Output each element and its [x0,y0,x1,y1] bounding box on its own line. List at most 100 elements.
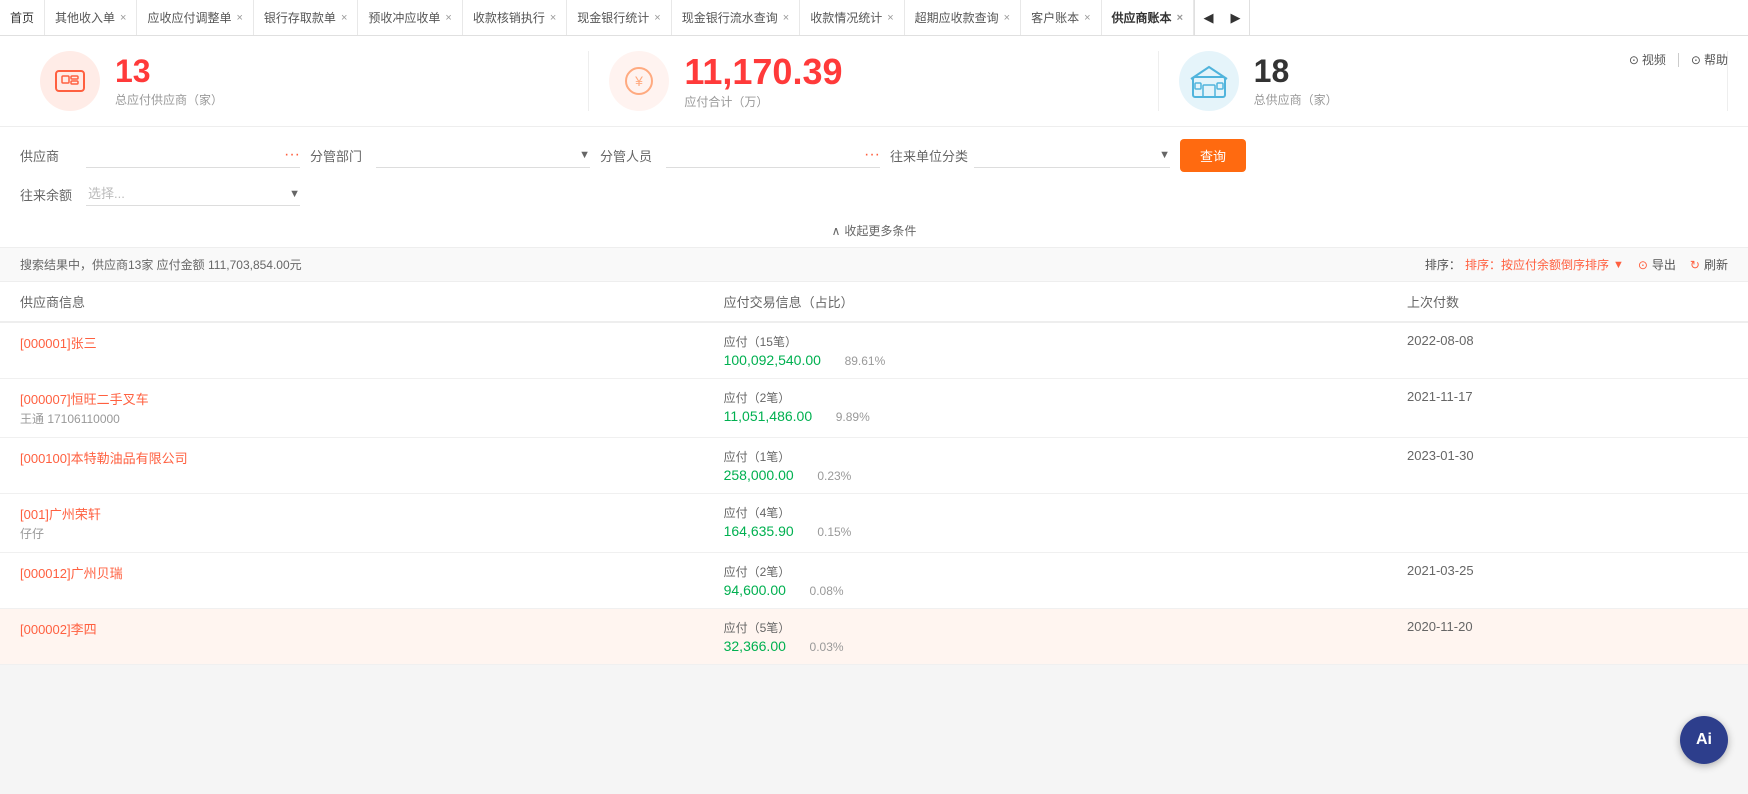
tab-adjust[interactable]: 应收应付调整单 × [137,0,253,36]
summary-bar: 13 总应付供应商（家） ¥ 11,170.39 应付合计（万） 1 [0,36,1748,127]
supplier-icon [40,51,100,111]
last-pay-date-3: 2023-01-30 [1407,448,1474,463]
person-dots-btn[interactable]: ··· [864,146,880,164]
tab-home-label: 首页 [10,9,34,26]
nav-next-arrow[interactable]: ▶ [1222,0,1250,36]
ap-amount-1[interactable]: 100,092,540.00 [724,352,821,368]
balance-chevron-icon[interactable]: ▼ [289,188,300,200]
filter-area: 供应商 ··· 分管部门 ▼ 分管人员 ··· 往来单位分类 ▼ [0,127,1748,248]
summary-card-payable-suppliers: 13 总应付供应商（家） [20,51,589,111]
refresh-button[interactable]: ↻ 刷新 [1690,256,1728,273]
close-customer-ledger[interactable]: × [1084,12,1090,24]
ap-amount-3[interactable]: 258,000.00 [724,467,794,483]
filter-person: 分管人员 ··· [600,144,880,168]
supplier-filter-label: 供应商 [20,146,80,165]
ai-assistant-button[interactable]: Ai [1680,716,1728,764]
table-row: [000012]广州贝瑞 应付（2笔） 94,600.00 0.08% 2021… [0,553,1748,609]
close-cash-flow[interactable]: × [783,12,789,24]
summary-text-suppliers: 13 总应付供应商（家） [115,54,223,108]
category-filter-label: 往来单位分类 [890,146,968,165]
close-verify[interactable]: × [550,12,556,24]
sort-control[interactable]: 排序： 排序：按应付余额倒序排序 ▼ [1425,256,1624,273]
tab-other-income[interactable]: 其他收入单 × [45,0,137,36]
supplier-link-5[interactable]: [000012]广州贝瑞 [20,566,123,581]
ap-amount-2[interactable]: 11,051,486.00 [724,408,813,424]
ap-amount-6[interactable]: 32,366.00 [724,638,786,654]
supplier-link-4[interactable]: [001]广州荣轩 [20,507,101,522]
tab-cash-stat[interactable]: 现金银行统计 × [567,0,671,36]
tab-prepay[interactable]: 预收冲应收单 × [358,0,462,36]
category-chevron-icon[interactable]: ▼ [1159,149,1170,161]
help-link[interactable]: ⊙ 帮助 [1691,51,1728,68]
balance-input-wrap: ▼ [86,182,300,206]
balance-input[interactable] [86,182,289,205]
summary-num-total: 18 [1254,54,1338,89]
dept-input-wrap: ▼ [376,144,590,168]
close-overdue[interactable]: × [1004,12,1010,24]
filter-row-2: 往来余额 ▼ [20,182,1728,206]
tab-cash-flow[interactable]: 现金银行流水查询 × [672,0,800,36]
close-bank-deposit[interactable]: × [341,12,347,24]
result-text: 搜索结果中，供应商13家 应付金额 111,703,854.00元 [20,256,302,273]
supplier-input[interactable] [86,144,284,167]
query-button[interactable]: 查询 [1180,139,1246,172]
category-input[interactable] [974,144,1159,167]
collapse-chevron-icon: ∧ [832,224,841,238]
tab-verify[interactable]: 收款核销执行 × [463,0,567,36]
close-cash-stat[interactable]: × [654,12,660,24]
ap-amount-5[interactable]: 94,600.00 [724,582,786,598]
table-row: [001]广州荣轩 仔仔 应付（4笔） 164,635.90 0.15% [0,494,1748,553]
tab-home[interactable]: 首页 [0,0,45,36]
collapse-button[interactable]: ∧ 收起更多条件 [20,216,1728,247]
filter-category: 往来单位分类 ▼ [890,144,1170,168]
supplier-table: 供应商信息 应付交易信息（占比） 上次付数 [000001]张三 应付（15笔）… [0,282,1748,665]
ap-pct-4: 0.15% [817,525,851,539]
tab-supplier-ledger[interactable]: 供应商账本 × [1102,0,1194,36]
cell-ap-6: 应付（5笔） 32,366.00 0.03% [704,609,1387,665]
dept-input[interactable] [376,144,579,167]
video-label: 视频 [1642,51,1666,68]
person-input[interactable] [666,144,864,167]
summary-card-ap-total: ¥ 11,170.39 应付合计（万） [589,51,1158,111]
nav-tabs-bar: 首页 其他收入单 × 应收应付调整单 × 银行存取款单 × 预收冲应收单 × 收… [0,0,1748,36]
supplier-link-3[interactable]: [000100]本特勒油品有限公司 [20,451,188,466]
table-header: 供应商信息 应付交易信息（占比） 上次付数 [0,282,1748,322]
col-ap-info: 应付交易信息（占比） [704,282,1387,322]
close-prepay[interactable]: × [445,12,451,24]
last-pay-date-2: 2021-11-17 [1407,389,1473,404]
ap-pct-3: 0.23% [817,469,851,483]
close-other-income[interactable]: × [120,12,126,24]
cell-supplier-1: [000001]张三 [0,322,704,379]
ap-label-5: 应付（2笔） [724,563,1367,580]
cell-lastpay-2: 2021-11-17 [1387,379,1748,438]
close-receipt-stat[interactable]: × [887,12,893,24]
tab-customer-ledger-label: 客户账本 [1031,9,1079,26]
svg-text:¥: ¥ [634,73,643,89]
sort-select[interactable]: 排序：按应付余额倒序排序 [1465,256,1609,273]
supplier-dots-btn[interactable]: ··· [284,146,300,164]
tab-overdue[interactable]: 超期应收款查询 × [905,0,1021,36]
close-supplier-ledger[interactable]: × [1177,12,1183,24]
export-button[interactable]: ⊙ 导出 [1638,256,1676,273]
supplier-link-1[interactable]: [000001]张三 [20,336,97,351]
ap-label-2: 应付（2笔） [724,389,1367,406]
nav-prev-arrow[interactable]: ◀ [1194,0,1222,36]
cell-lastpay-5: 2021-03-25 [1387,553,1748,609]
export-label: 导出 [1652,256,1676,273]
tab-bank-deposit[interactable]: 银行存取款单 × [254,0,358,36]
ap-amount-4[interactable]: 164,635.90 [724,523,794,539]
supplier-link-6[interactable]: [000002]李四 [20,622,97,637]
tab-receipt-stat[interactable]: 收款情况统计 × [800,0,904,36]
video-link[interactable]: ⊙ 视频 [1629,51,1666,68]
close-adjust[interactable]: × [236,12,242,24]
supplier-link-2[interactable]: [000007]恒旺二手叉车 [20,392,149,407]
tab-cash-stat-label: 现金银行统计 [577,9,649,26]
link-divider [1678,53,1679,67]
category-input-wrap: ▼ [974,144,1170,168]
summary-sub-total: 总供应商（家） [1254,91,1338,108]
tab-customer-ledger[interactable]: 客户账本 × [1021,0,1101,36]
cell-lastpay-1: 2022-08-08 [1387,322,1748,379]
dept-chevron-icon[interactable]: ▼ [579,149,590,161]
store-icon [1179,51,1239,111]
dept-filter-label: 分管部门 [310,146,370,165]
